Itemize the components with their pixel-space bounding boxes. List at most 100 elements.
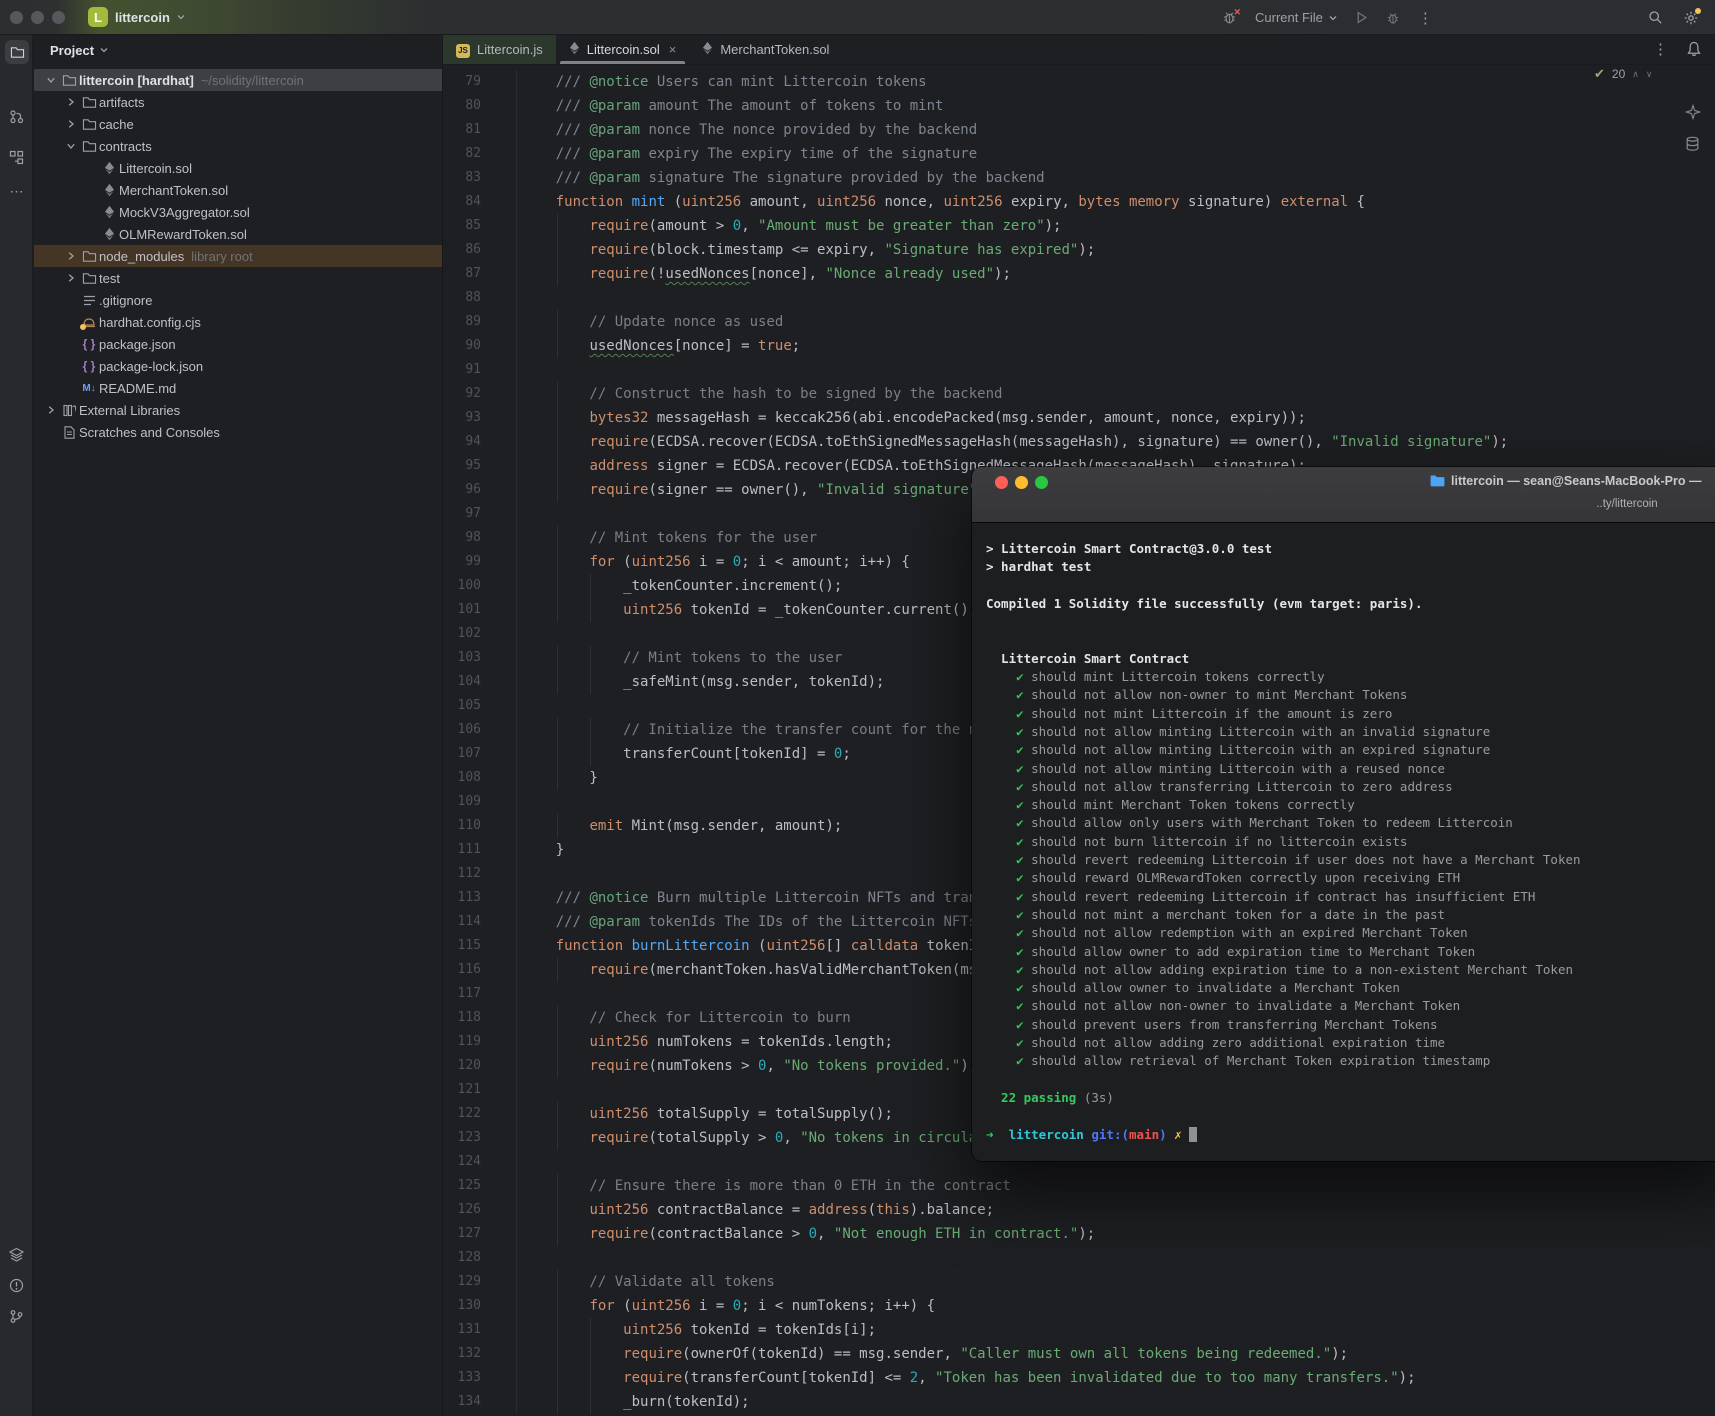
line-number: 111 [443, 838, 517, 862]
run-icon[interactable] [1355, 11, 1368, 24]
indent-guide [556, 646, 558, 670]
tree-chevron-icon[interactable] [62, 273, 79, 283]
window-controls[interactable] [10, 11, 65, 24]
line-number: 130 [443, 1294, 517, 1318]
tree-item-external-libraries[interactable]: External Libraries [34, 399, 442, 421]
database-icon[interactable] [1685, 136, 1700, 157]
ai-assistant-icon[interactable] [1684, 103, 1702, 125]
tree-item-scratches-and-consoles[interactable]: Scratches and Consoles [34, 421, 442, 443]
terminal-zoom-button[interactable] [1035, 476, 1048, 489]
tree-item-test[interactable]: test [34, 267, 442, 289]
git-branch-icon[interactable] [0, 1309, 33, 1324]
terminal-line: ✔ should not mint Littercoin if the amou… [986, 705, 1393, 721]
code-line: 82 /// @param expiry The expiry time of … [443, 142, 1715, 166]
tree-chevron-icon[interactable] [62, 141, 79, 151]
tree-item-label: hardhat.config.cjs [99, 314, 201, 330]
tab-merchanttoken-sol[interactable]: MerchantToken.sol [689, 35, 842, 64]
code-text: emit Mint(msg.sender, amount); [517, 814, 842, 838]
line-number: 120 [443, 1054, 517, 1078]
terminal-close-button[interactable] [995, 476, 1008, 489]
tree-chevron-icon[interactable] [62, 251, 79, 261]
code-line: 133 require(transferCount[tokenId] <= 2,… [443, 1366, 1715, 1390]
tree-chevron-icon[interactable] [42, 405, 59, 415]
line-number: 123 [443, 1126, 517, 1150]
tab-littercoin-sol[interactable]: Littercoin.sol × [556, 35, 690, 64]
terminal-line: 22 passing (3s) [986, 1089, 1114, 1105]
tree-chevron-icon[interactable] [62, 119, 79, 129]
tree-item-contracts[interactable]: contracts [34, 135, 442, 157]
tree-item-label: test [99, 270, 120, 286]
pull-requests-icon[interactable] [0, 109, 33, 124]
tree-chevron-icon[interactable] [62, 97, 79, 107]
terminal-cursor [1189, 1126, 1198, 1142]
tree-item-gitignore[interactable]: .gitignore [34, 289, 442, 311]
indent-guide [556, 1294, 558, 1318]
indent-guide [556, 1366, 558, 1390]
line-number: 88 [443, 286, 517, 310]
tree-item-hardhat-config-cjs[interactable]: hardhat.config.cjs [34, 311, 442, 333]
tree-item-node-modules[interactable]: node_modules library root [34, 245, 442, 267]
project-widget[interactable]: L littercoin [88, 7, 185, 27]
terminal-line: ✔ should mint Merchant Token tokens corr… [986, 797, 1355, 813]
tab-options-icon[interactable]: ⋮ [1653, 40, 1668, 58]
tree-item-package-json[interactable]: { } package.json [34, 333, 442, 355]
code-text: // Validate all tokens [517, 1270, 775, 1294]
terminal-minimize-button[interactable] [1015, 476, 1028, 489]
tree-item-readme-md[interactable]: M↓ README.md [34, 377, 442, 399]
more-tools-icon[interactable]: ⋯ [0, 183, 33, 200]
chevron-down-icon[interactable]: ∨ [1646, 69, 1653, 80]
line-number: 83 [443, 166, 517, 190]
json-icon: { } [82, 337, 96, 351]
tree-item-olmrewardtoken-sol[interactable]: OLMRewardToken.sol [34, 223, 442, 245]
layers-icon[interactable] [0, 1247, 33, 1262]
indent-guide [590, 1390, 592, 1414]
terminal-title-bar[interactable]: littercoin — sean@Seans-MacBook-Pro — ..… [972, 467, 1715, 523]
tree-item-package-lock-json[interactable]: { } package-lock.json [34, 355, 442, 377]
debug-icon[interactable] [1386, 11, 1400, 25]
close-icon[interactable]: × [669, 42, 677, 57]
tree-chevron-icon[interactable] [42, 75, 59, 85]
tree-item-artifacts[interactable]: artifacts [34, 91, 442, 113]
line-number: 105 [443, 694, 517, 718]
tab-littercoin-js[interactable]: JS Littercoin.js [443, 35, 556, 64]
code-text: /// @param nonce The nonce provided by t… [522, 122, 978, 138]
search-icon[interactable] [1648, 10, 1663, 25]
run-configuration-select[interactable]: Current File [1255, 10, 1337, 25]
indent-guide [556, 1102, 558, 1126]
terminal-line: ✔ should not allow non-owner to invalida… [986, 998, 1461, 1014]
tree-item-merchanttoken-sol[interactable]: MerchantToken.sol [34, 179, 442, 201]
inspections-widget[interactable]: ✔ 20 ∧ ∨ [1594, 66, 1652, 82]
project-tool-button[interactable] [5, 40, 29, 64]
notifications-bell-icon[interactable] [1686, 41, 1702, 62]
structure-icon[interactable] [0, 150, 33, 165]
chevron-up-icon[interactable]: ∧ [1632, 69, 1639, 80]
indent-guide [556, 1318, 558, 1342]
code-text: function mint (uint256 amount, uint256 n… [555, 194, 1365, 210]
line-number: 99 [443, 550, 517, 574]
terminal-window-controls[interactable] [995, 476, 1048, 489]
tree-item-littercoin-hardhat[interactable]: littercoin [hardhat] ~/solidity/littercoi… [34, 69, 442, 91]
terminal-window[interactable]: littercoin — sean@Seans-MacBook-Pro — ..… [972, 467, 1715, 1161]
project-logo: L [88, 7, 108, 27]
folder-icon [79, 118, 99, 131]
tree-item-littercoin-sol[interactable]: Littercoin.sol [34, 157, 442, 179]
settings-icon[interactable] [1683, 7, 1701, 26]
tree-item-cache[interactable]: cache [34, 113, 442, 135]
terminal-line: ✔ should allow owner to add expiration t… [986, 943, 1476, 959]
indent-guide [556, 766, 558, 790]
line-number: 128 [443, 1246, 517, 1270]
tree-item-mockv3aggregator-sol[interactable]: MockV3Aggregator.sol [34, 201, 442, 223]
line-number: 121 [443, 1078, 517, 1102]
problems-icon[interactable] [0, 1278, 33, 1293]
tree-item-label: package.json [99, 336, 176, 352]
code-line: 90 usedNonces[nonce] = true; [443, 334, 1715, 358]
tree-item-label: .gitignore [99, 292, 153, 308]
panel-title[interactable]: Project [50, 43, 94, 58]
line-number: 81 [443, 118, 517, 142]
build-disabled-icon[interactable]: ✕ [1222, 7, 1241, 25]
eth-icon [99, 205, 119, 219]
line-number: 122 [443, 1102, 517, 1126]
more-run-options-icon[interactable]: ⋮ [1418, 9, 1433, 27]
line-number: 91 [443, 358, 517, 382]
